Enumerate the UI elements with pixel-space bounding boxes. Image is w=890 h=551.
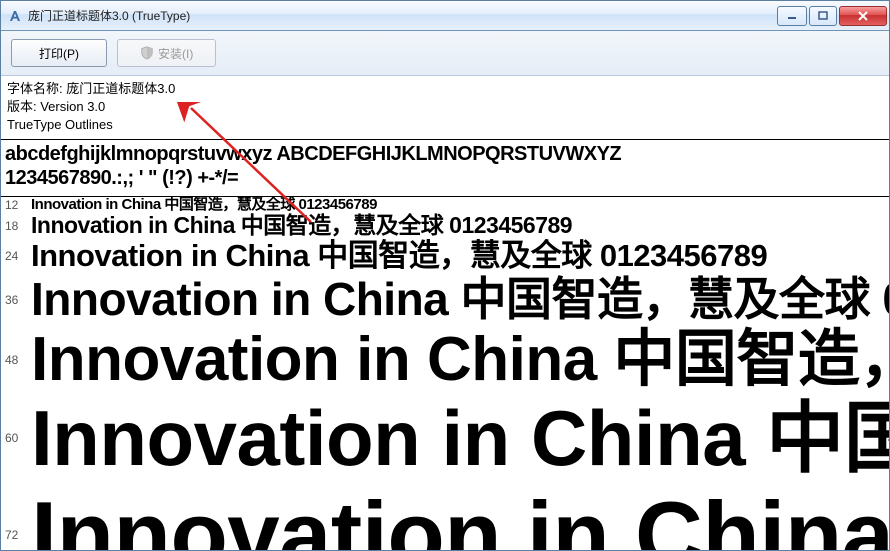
sample-text: Innovation in China 中国智造，慧及全球 0123456789 bbox=[31, 213, 572, 239]
sample-row: 72Innovation in China 中国智造，慧及全球 01234567… bbox=[3, 482, 889, 550]
print-button-label: 打印(P) bbox=[39, 45, 79, 62]
sample-text: Innovation in China 中国智造，慧及全球 0123456789 bbox=[31, 274, 889, 326]
maximize-button[interactable] bbox=[809, 6, 837, 26]
sample-row: 60Innovation in China 中国智造，慧及全球 01234567… bbox=[3, 395, 889, 482]
sample-size-label: 72 bbox=[3, 528, 31, 542]
sample-text: Innovation in China 中国智造，慧及全球 0123456789 bbox=[31, 239, 767, 274]
sample-size-label: 12 bbox=[3, 198, 31, 212]
app-icon bbox=[7, 8, 23, 24]
close-button[interactable] bbox=[839, 6, 887, 26]
sample-size-label: 36 bbox=[3, 293, 31, 307]
print-button[interactable]: 打印(P) bbox=[11, 39, 107, 67]
font-name: 字体名称: 庞门正道标题体3.0 bbox=[7, 80, 883, 98]
minimize-button[interactable] bbox=[777, 6, 807, 26]
sample-row: 48Innovation in China 中国智造，慧及全球 01234567… bbox=[3, 325, 889, 394]
sample-text: Innovation in China 中国智造，慧及全球 0123456789 bbox=[31, 395, 889, 482]
sample-row: 36Innovation in China 中国智造，慧及全球 01234567… bbox=[3, 274, 889, 326]
shield-icon bbox=[140, 46, 154, 60]
sample-row: 24Innovation in China 中国智造，慧及全球 01234567… bbox=[3, 239, 889, 274]
sample-text: Innovation in China 中国智造，慧及全球 0123456789 bbox=[31, 197, 377, 214]
font-preview-window: 庞门正道标题体3.0 (TrueType) 打印(P) 安装(I) bbox=[0, 0, 890, 551]
size-samples: 12Innovation in China 中国智造，慧及全球 01234567… bbox=[1, 197, 889, 550]
sample-text: Innovation in China 中国智造，慧及全球 0123456789 bbox=[31, 482, 889, 550]
preview-area: 字体名称: 庞门正道标题体3.0 版本: Version 3.0 TrueTyp… bbox=[1, 76, 889, 550]
window-title: 庞门正道标题体3.0 (TrueType) bbox=[28, 7, 775, 24]
sample-size-label: 48 bbox=[3, 353, 31, 367]
titlebar[interactable]: 庞门正道标题体3.0 (TrueType) bbox=[1, 1, 889, 31]
font-meta: 字体名称: 庞门正道标题体3.0 版本: Version 3.0 TrueTyp… bbox=[1, 76, 889, 140]
sample-row: 18Innovation in China 中国智造，慧及全球 01234567… bbox=[3, 213, 889, 239]
install-button: 安装(I) bbox=[117, 39, 216, 67]
window-controls bbox=[775, 6, 887, 26]
font-version: 版本: Version 3.0 bbox=[7, 98, 883, 116]
sample-size-label: 18 bbox=[3, 219, 31, 233]
sample-text: Innovation in China 中国智造，慧及全球 0123456789 bbox=[31, 325, 889, 394]
alphabet-line2: 1234567890.:,; ' " (!?) +-*/= bbox=[5, 166, 885, 190]
install-button-label: 安装(I) bbox=[158, 45, 193, 62]
font-outlines: TrueType Outlines bbox=[7, 116, 883, 134]
sample-size-label: 60 bbox=[3, 431, 31, 445]
alphabet-sample: abcdefghijklmnopqrstuvwxyz ABCDEFGHIJKLM… bbox=[1, 140, 889, 197]
alphabet-line1: abcdefghijklmnopqrstuvwxyz ABCDEFGHIJKLM… bbox=[5, 142, 885, 166]
sample-size-label: 24 bbox=[3, 249, 31, 263]
toolbar: 打印(P) 安装(I) bbox=[1, 31, 889, 76]
sample-row: 12Innovation in China 中国智造，慧及全球 01234567… bbox=[3, 197, 889, 214]
